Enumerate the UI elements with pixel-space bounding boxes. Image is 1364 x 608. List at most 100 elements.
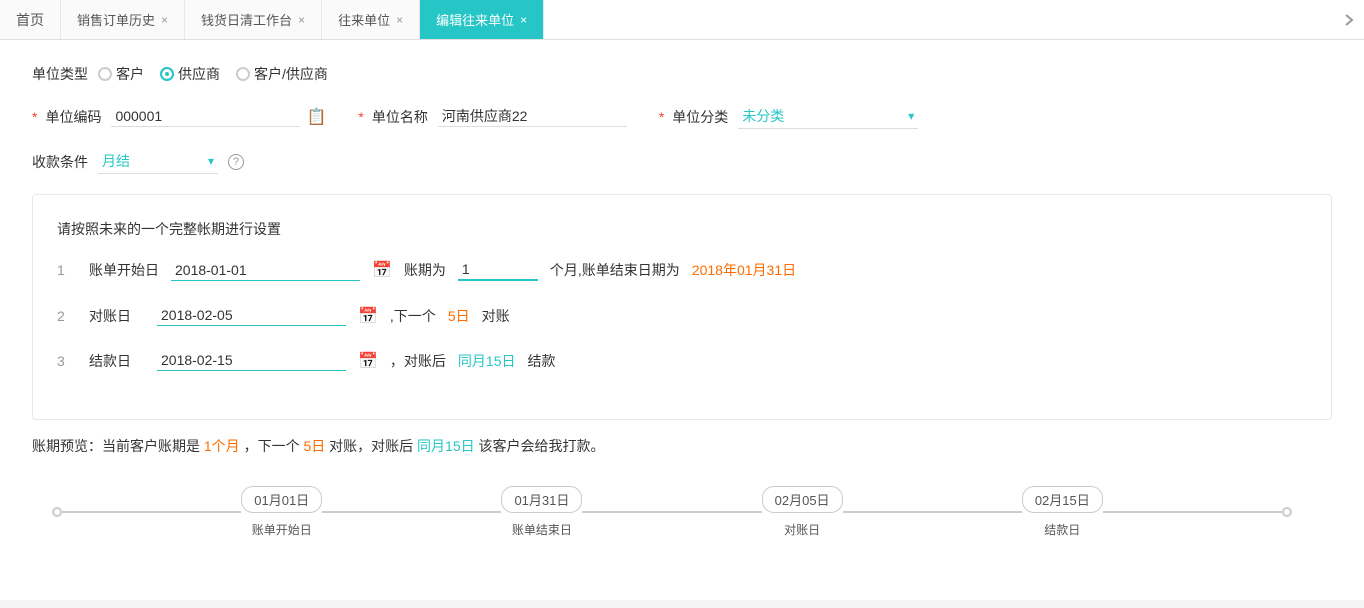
unit-name-input[interactable] bbox=[438, 106, 627, 127]
setting-row-1: 1 账单开始日 📅 账期为 个月,账单结束日期为 2018年01月31日 bbox=[57, 259, 1307, 281]
timeline-node-1: 01月01日 账单开始日 bbox=[241, 486, 322, 538]
tab-cash-work-close[interactable]: × bbox=[298, 13, 305, 27]
timeline-badge-3: 02月05日 bbox=[762, 486, 843, 513]
unit-code-star: * bbox=[32, 109, 37, 125]
timeline-line-2 bbox=[322, 511, 501, 513]
payment-arrow: ▾ bbox=[208, 154, 214, 168]
row-desc-3-prefix: ，对账后 bbox=[390, 351, 446, 371]
radio-supplier-circle bbox=[160, 67, 174, 81]
timeline-line-1 bbox=[62, 511, 241, 513]
timeline-line-3 bbox=[582, 511, 761, 513]
unit-name-field: * 单位名称 bbox=[358, 106, 626, 127]
unit-type-label: 单位类型 bbox=[32, 64, 92, 84]
timeline-node-3: 02月05日 对账日 bbox=[762, 486, 843, 538]
unit-code-label: 单位编码 bbox=[45, 107, 105, 127]
help-icon[interactable]: ? bbox=[228, 154, 244, 170]
tab-nav-arrow[interactable] bbox=[1334, 0, 1364, 39]
unit-code-field: * 单位编码 📋 bbox=[32, 106, 326, 127]
date-input-2[interactable] bbox=[157, 305, 346, 326]
preview-section: 账期预览：当前客户账期是 1个月 ，下一个 5日 对账，对账后 同月15日 该客… bbox=[32, 436, 1332, 568]
unit-code-input[interactable] bbox=[111, 106, 300, 127]
unit-type-field: 单位类型 客户 供应商 客户/供应商 bbox=[32, 64, 328, 84]
unit-name-star: * bbox=[358, 109, 363, 125]
unit-category-dropdown[interactable]: 未分类 ▾ bbox=[738, 104, 918, 129]
row-num-2: 2 bbox=[57, 308, 77, 324]
timeline: 01月01日 账单开始日 01月31日 账单结束日 02月05日 对账日 bbox=[32, 476, 1332, 568]
preview-part2: 5日 bbox=[303, 438, 325, 454]
timeline-line-4 bbox=[843, 511, 1022, 513]
tab-partner-close[interactable]: × bbox=[396, 13, 403, 27]
preview-part3-suffix: 该客户会给我打款。 bbox=[479, 438, 605, 454]
timeline-badge-1: 01月01日 bbox=[241, 486, 322, 513]
unit-category-value: 未分类 bbox=[742, 106, 900, 126]
date-input-3[interactable] bbox=[157, 350, 346, 371]
row-desc-2-suffix: 对账 bbox=[482, 306, 510, 326]
timeline-start-dot bbox=[52, 507, 62, 517]
timeline-node-4: 02月15日 结款日 bbox=[1022, 486, 1103, 538]
unit-category-label: 单位分类 bbox=[672, 107, 732, 127]
radio-both-circle bbox=[236, 67, 250, 81]
tab-partner-label: 往来单位 bbox=[338, 10, 390, 29]
setting-row-2: 2 对账日 📅 ,下一个 5日 对账 bbox=[57, 305, 1307, 326]
timeline-line-5 bbox=[1103, 511, 1282, 513]
row-1-highlight: 2018年01月31日 bbox=[692, 260, 796, 280]
radio-customer[interactable]: 客户 bbox=[98, 64, 144, 84]
timeline-node-2: 01月31日 账单结束日 bbox=[501, 486, 582, 538]
radio-supplier[interactable]: 供应商 bbox=[160, 64, 220, 84]
radio-supplier-label: 供应商 bbox=[178, 64, 220, 84]
unit-type-row: 单位类型 客户 供应商 客户/供应商 bbox=[32, 64, 1332, 84]
unit-category-field: * 单位分类 未分类 ▾ bbox=[659, 104, 918, 129]
calendar-icon-2[interactable]: 📅 bbox=[358, 306, 378, 326]
row-desc-1-prefix: 账期为 bbox=[404, 260, 446, 280]
timeline-badge-4: 02月15日 bbox=[1022, 486, 1103, 513]
radio-customer-circle bbox=[98, 67, 112, 81]
row-label-3: 结款日 bbox=[89, 351, 145, 371]
row-label-1: 账单开始日 bbox=[89, 260, 159, 280]
preview-part1-suffix: ，下一个 bbox=[244, 438, 300, 454]
row-desc-3-suffix: 结款 bbox=[528, 351, 556, 371]
tab-cash-work[interactable]: 钱货日清工作台 × bbox=[185, 0, 322, 39]
unit-category-arrow: ▾ bbox=[908, 109, 914, 123]
setting-hint: 请按照未来的一个完整帐期进行设置 bbox=[57, 219, 1307, 239]
payment-label: 收款条件 bbox=[32, 152, 92, 172]
tabs-bar: 首页 销售订单历史 × 钱货日清工作台 × 往来单位 × 编辑往来单位 × bbox=[0, 0, 1364, 40]
payment-row: 收款条件 月结 ▾ ? bbox=[32, 149, 1332, 174]
tab-cash-work-label: 钱货日清工作台 bbox=[201, 10, 292, 29]
setting-row-3: 3 结款日 📅 ，对账后 同月15日 结款 bbox=[57, 350, 1307, 371]
radio-both[interactable]: 客户/供应商 bbox=[236, 64, 328, 84]
period-input[interactable] bbox=[458, 259, 538, 281]
payment-value: 月结 bbox=[102, 151, 200, 171]
tab-edit-partner-label: 编辑往来单位 bbox=[436, 10, 514, 29]
tab-edit-partner-close[interactable]: × bbox=[520, 13, 527, 27]
calendar-icon-3[interactable]: 📅 bbox=[358, 351, 378, 371]
preview-label: 账期预览：当前客户账期是 bbox=[32, 438, 200, 454]
tab-edit-partner[interactable]: 编辑往来单位 × bbox=[420, 0, 544, 39]
main-content: 单位类型 客户 供应商 客户/供应商 * 单位编码 bbox=[0, 40, 1364, 600]
tab-home-label: 首页 bbox=[16, 10, 44, 30]
timeline-badge-2: 01月31日 bbox=[501, 486, 582, 513]
tab-home[interactable]: 首页 bbox=[0, 0, 61, 39]
preview-part1: 1个月 bbox=[204, 438, 240, 454]
timeline-label-2: 账单结束日 bbox=[512, 521, 572, 538]
tab-sales-history-close[interactable]: × bbox=[161, 13, 168, 27]
payment-dropdown[interactable]: 月结 ▾ bbox=[98, 149, 218, 174]
preview-part3: 同月15日 bbox=[417, 438, 475, 454]
tab-sales-history-label: 销售订单历史 bbox=[77, 10, 155, 29]
row-2-highlight: 5日 bbox=[448, 306, 470, 326]
timeline-label-4: 结款日 bbox=[1044, 521, 1080, 538]
row-desc-1-suffix: 个月,账单结束日期为 bbox=[550, 260, 680, 280]
tab-sales-history[interactable]: 销售订单历史 × bbox=[61, 0, 185, 39]
tab-partner[interactable]: 往来单位 × bbox=[322, 0, 420, 39]
copy-icon[interactable]: 📋 bbox=[306, 107, 326, 127]
date-input-1[interactable] bbox=[171, 260, 360, 281]
timeline-label-3: 对账日 bbox=[784, 521, 820, 538]
row-desc-2-prefix: ,下一个 bbox=[390, 306, 436, 326]
preview-text: 账期预览：当前客户账期是 1个月 ，下一个 5日 对账，对账后 同月15日 该客… bbox=[32, 436, 1332, 456]
payment-field: 收款条件 月结 ▾ ? bbox=[32, 149, 244, 174]
calendar-icon-1[interactable]: 📅 bbox=[372, 260, 392, 280]
timeline-label-1: 账单开始日 bbox=[252, 521, 312, 538]
radio-customer-label: 客户 bbox=[116, 64, 144, 84]
radio-group-unit-type: 客户 供应商 客户/供应商 bbox=[98, 64, 328, 84]
row-3-highlight: 同月15日 bbox=[458, 351, 516, 371]
radio-both-label: 客户/供应商 bbox=[254, 64, 328, 84]
